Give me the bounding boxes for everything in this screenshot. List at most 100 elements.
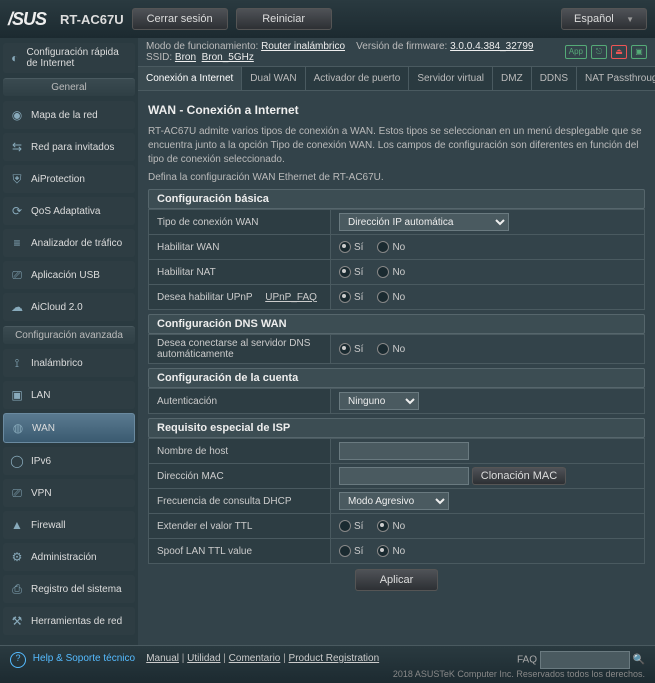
chevron-down-icon: ▼ bbox=[626, 15, 634, 24]
tab-port-trigger[interactable]: Activador de puerto bbox=[306, 67, 410, 90]
sidebar-quick-setup[interactable]: ◐ Configuración rápida de Internet bbox=[3, 43, 135, 73]
sidebar-item-wireless[interactable]: ⟟Inalámbrico bbox=[3, 349, 135, 377]
tools-icon: ⚒ bbox=[9, 613, 25, 629]
row-enable-wan-label: Habilitar WAN bbox=[149, 235, 331, 260]
op-mode-value[interactable]: Router inalámbrico bbox=[261, 41, 345, 52]
footer-link-feedback[interactable]: Comentario bbox=[229, 653, 281, 664]
footer-link-manual[interactable]: Manual bbox=[146, 653, 179, 664]
faq-search: FAQ 🔍 bbox=[517, 651, 645, 669]
networkmap-icon: ◉ bbox=[9, 107, 25, 123]
brand-logo: /SUS bbox=[8, 9, 52, 30]
sidebar-item-label: Configuración rápida de Internet bbox=[26, 47, 129, 69]
row-ext-ttl-label: Extender el valor TTL bbox=[149, 514, 331, 539]
globe-icon: ◐ bbox=[9, 50, 20, 66]
footer-link-product-reg[interactable]: Product Registration bbox=[289, 653, 380, 664]
section-isp: Requisito especial de ISP bbox=[148, 418, 645, 438]
wan-icon: ◍ bbox=[10, 420, 26, 436]
sidebar-item-lan[interactable]: ▣LAN bbox=[3, 381, 135, 409]
auth-select[interactable]: Ninguno bbox=[339, 392, 419, 410]
sidebar: ◐ Configuración rápida de Internet Gener… bbox=[0, 38, 138, 645]
spoof-ttl-no[interactable]: No bbox=[377, 545, 405, 557]
sidebar-item-syslog[interactable]: ⎙Registro del sistema bbox=[3, 575, 135, 603]
dhcp-freq-select[interactable]: Modo Agresivo bbox=[339, 492, 449, 510]
sidebar-item-vpn[interactable]: ⎚VPN bbox=[3, 479, 135, 507]
sidebar-group-general: General bbox=[3, 78, 135, 96]
sidebar-item-aiprotection[interactable]: ⛨AiProtection bbox=[3, 165, 135, 193]
ssid-label: SSID: bbox=[146, 52, 172, 63]
upnp-faq-link[interactable]: UPnP_FAQ bbox=[265, 292, 317, 303]
sidebar-item-traffic[interactable]: ≡Analizador de tráfico bbox=[3, 229, 135, 257]
hostname-input[interactable] bbox=[339, 442, 469, 460]
enable-nat-no[interactable]: No bbox=[377, 266, 405, 278]
model-name: RT-AC67U bbox=[60, 12, 124, 27]
enable-upnp-yes[interactable]: Sí bbox=[339, 291, 363, 303]
faq-label: FAQ bbox=[517, 655, 537, 666]
faq-input[interactable] bbox=[540, 651, 630, 669]
sidebar-item-qos[interactable]: ⟳QoS Adaptativa bbox=[3, 197, 135, 225]
footer-link-utility[interactable]: Utilidad bbox=[187, 653, 220, 664]
help-label[interactable]: Help & Soporte técnico bbox=[33, 653, 135, 664]
reboot-button[interactable]: Reiniciar bbox=[236, 8, 332, 30]
sidebar-item-networkmap[interactable]: ◉Mapa de la red bbox=[3, 101, 135, 129]
help-icon: ? bbox=[10, 652, 26, 668]
row-mac-label: Dirección MAC bbox=[149, 464, 331, 489]
app-badge[interactable]: App bbox=[565, 45, 587, 59]
tab-ddns[interactable]: DDNS bbox=[532, 67, 577, 90]
spoof-ttl-yes[interactable]: Sí bbox=[339, 545, 363, 557]
sidebar-item-nettools[interactable]: ⚒Herramientas de red bbox=[3, 607, 135, 635]
tab-internet-connection[interactable]: Conexión a Internet bbox=[138, 67, 242, 90]
language-select[interactable]: Español ▼ bbox=[561, 8, 647, 30]
row-enable-upnp-label: Desea habilitar UPnP UPnP_FAQ bbox=[149, 285, 331, 310]
qos-icon: ⟳ bbox=[9, 203, 25, 219]
sidebar-item-wan[interactable]: ◍WAN bbox=[3, 413, 135, 443]
cloud-icon: ☁ bbox=[9, 299, 25, 315]
ext-ttl-no[interactable]: No bbox=[377, 520, 405, 532]
tab-virtual-server[interactable]: Servidor virtual bbox=[409, 67, 493, 90]
wan-conn-type-select[interactable]: Dirección IP automática bbox=[339, 213, 509, 231]
row-enable-nat-label: Habilitar NAT bbox=[149, 260, 331, 285]
dns-auto-yes[interactable]: Sí bbox=[339, 343, 363, 355]
antenna-icon: ⟟ bbox=[9, 355, 25, 371]
enable-nat-yes[interactable]: Sí bbox=[339, 266, 363, 278]
apply-button[interactable]: Aplicar bbox=[355, 569, 439, 591]
enable-wan-no[interactable]: No bbox=[377, 241, 405, 253]
tab-nat-passthrough[interactable]: NAT Passthrough bbox=[577, 67, 655, 90]
clone-mac-button[interactable]: Clonación MAC bbox=[472, 467, 566, 485]
body: ◐ Configuración rápida de Internet Gener… bbox=[0, 38, 655, 645]
enable-wan-yes[interactable]: Sí bbox=[339, 241, 363, 253]
sidebar-item-aicloud[interactable]: ☁AiCloud 2.0 bbox=[3, 293, 135, 321]
section-basic: Configuración básica bbox=[148, 189, 645, 209]
table-basic: Tipo de conexión WAN Dirección IP automá… bbox=[148, 209, 645, 310]
mac-input[interactable] bbox=[339, 467, 469, 485]
sidebar-item-ipv6[interactable]: ◯IPv6 bbox=[3, 447, 135, 475]
fw-label: Versión de firmware: bbox=[356, 41, 447, 52]
guest-icon: ⇆ bbox=[9, 139, 25, 155]
sidebar-item-guestnet[interactable]: ⇆Red para invitados bbox=[3, 133, 135, 161]
sidebar-item-usb[interactable]: ⎚Aplicación USB bbox=[3, 261, 135, 289]
op-mode-label: Modo de funcionamiento: bbox=[146, 41, 258, 52]
sidebar-group-advanced: Configuración avanzada bbox=[3, 326, 135, 344]
sidebar-item-admin[interactable]: ⚙Administración bbox=[3, 543, 135, 571]
ipv6-icon: ◯ bbox=[9, 453, 25, 469]
row-auth-label: Autenticación bbox=[149, 389, 331, 414]
tab-dmz[interactable]: DMZ bbox=[493, 67, 532, 90]
sidebar-item-firewall[interactable]: ▲Firewall bbox=[3, 511, 135, 539]
ssid-1[interactable]: Bron bbox=[175, 52, 196, 63]
search-icon[interactable]: 🔍 bbox=[633, 655, 645, 666]
table-account: Autenticación Ninguno bbox=[148, 388, 645, 414]
table-isp: Nombre de host Dirección MAC Clonación M… bbox=[148, 438, 645, 564]
main: Modo de funcionamiento: Router inalámbri… bbox=[138, 38, 655, 645]
dns-auto-no[interactable]: No bbox=[377, 343, 405, 355]
topbar: /SUS RT-AC67U Cerrar sesión Reiniciar Es… bbox=[0, 0, 655, 38]
ext-ttl-yes[interactable]: Sí bbox=[339, 520, 363, 532]
ssid-2[interactable]: Bron_5GHz bbox=[202, 52, 254, 63]
fw-value[interactable]: 3.0.0.4.384_32799 bbox=[450, 41, 533, 52]
tab-dual-wan[interactable]: Dual WAN bbox=[242, 67, 305, 90]
row-host-label: Nombre de host bbox=[149, 439, 331, 464]
footer: ? Help & Soporte técnico Manual | Utilid… bbox=[0, 645, 655, 683]
vpn-icon: ⎚ bbox=[9, 485, 25, 501]
enable-upnp-no[interactable]: No bbox=[377, 291, 405, 303]
usb-led-icon: ⏏ bbox=[611, 45, 627, 59]
logout-button[interactable]: Cerrar sesión bbox=[132, 8, 228, 30]
section-dns: Configuración DNS WAN bbox=[148, 314, 645, 334]
